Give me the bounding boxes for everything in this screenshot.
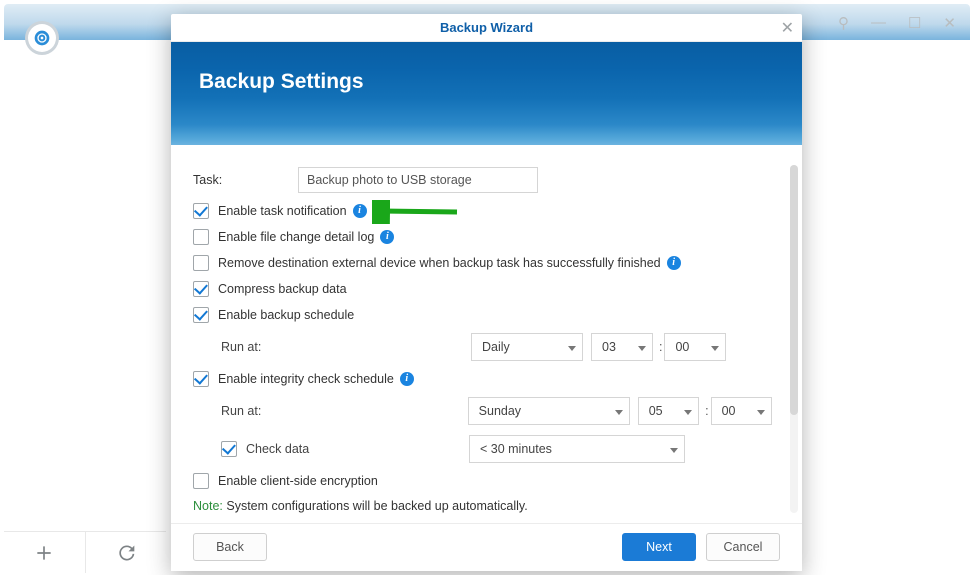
chevron-down-icon [554, 340, 576, 354]
time-colon: : [659, 340, 662, 354]
history-button[interactable] [85, 532, 167, 573]
info-icon[interactable]: i [667, 256, 681, 270]
compress-checkbox[interactable] [193, 281, 209, 297]
task-label: Task: [193, 173, 298, 187]
next-button[interactable]: Next [622, 533, 696, 561]
page-title: Backup Settings [199, 70, 802, 94]
schedule-hour-select[interactable]: 03 [591, 333, 653, 361]
compress-label: Compress backup data [218, 282, 347, 296]
remove-external-label: Remove destination external device when … [218, 256, 661, 270]
encryption-label: Enable client-side encryption [218, 474, 378, 488]
modal-title: Backup Wizard [440, 20, 533, 35]
sidebar-bottom-toolbar [4, 531, 166, 573]
chevron-down-icon [624, 340, 646, 354]
modal-footer: Back Next Cancel [171, 523, 802, 571]
info-icon[interactable]: i [380, 230, 394, 244]
window-close-icon[interactable]: ✕ [943, 14, 956, 32]
integrity-hour-select[interactable]: 05 [638, 397, 699, 425]
check-data-checkbox[interactable] [221, 441, 237, 457]
encryption-checkbox[interactable] [193, 473, 209, 489]
note-row: Note: System configurations will be back… [193, 499, 780, 513]
enable-filelog-label: Enable file change detail log [218, 230, 374, 244]
modal-titlebar[interactable]: Backup Wizard ✕ [171, 14, 802, 42]
integrity-schedule-label: Enable integrity check schedule [218, 372, 394, 386]
chevron-down-icon [601, 404, 623, 418]
window-pin-icon[interactable]: ⚲ [838, 14, 849, 32]
add-button[interactable] [4, 532, 85, 573]
schedule-frequency-select[interactable]: Daily [471, 333, 583, 361]
app-icon[interactable] [28, 24, 56, 52]
plus-icon [34, 543, 54, 563]
integrity-day-select[interactable]: Sunday [468, 397, 630, 425]
modal-header: Backup Settings [171, 42, 802, 145]
chevron-down-icon [697, 340, 719, 354]
chevron-down-icon [743, 404, 765, 418]
enable-filelog-checkbox[interactable] [193, 229, 209, 245]
integrity-runat-label: Run at: [221, 404, 468, 418]
enable-notification-checkbox[interactable] [193, 203, 209, 219]
schedule-minute-select[interactable]: 00 [664, 333, 726, 361]
note-text: System configurations will be backed up … [223, 499, 528, 513]
cancel-button[interactable]: Cancel [706, 533, 780, 561]
check-data-duration-select[interactable]: < 30 minutes [469, 435, 685, 463]
backup-wizard-modal: Backup Wizard ✕ Backup Settings Task: En… [171, 14, 802, 571]
window-controls: ⚲ — ☐ ✕ [838, 14, 956, 32]
check-data-label: Check data [246, 442, 469, 456]
history-icon [116, 543, 136, 563]
schedule-runat-label: Run at: [221, 340, 471, 354]
info-icon[interactable]: i [353, 204, 367, 218]
backup-schedule-checkbox[interactable] [193, 307, 209, 323]
backup-schedule-label: Enable backup schedule [218, 308, 354, 322]
window-maximize-icon[interactable]: ☐ [908, 14, 921, 32]
remove-external-checkbox[interactable] [193, 255, 209, 271]
note-label: Note: [193, 499, 223, 513]
window-minimize-icon[interactable]: — [871, 14, 886, 32]
backup-app-glyph-icon [34, 30, 50, 46]
back-button[interactable]: Back [193, 533, 267, 561]
info-icon[interactable]: i [400, 372, 414, 386]
close-icon[interactable]: ✕ [781, 18, 794, 38]
integrity-schedule-checkbox[interactable] [193, 371, 209, 387]
integrity-minute-select[interactable]: 00 [711, 397, 772, 425]
enable-notification-label: Enable task notification [218, 204, 347, 218]
task-name-input[interactable] [298, 167, 538, 193]
modal-body: Task: Enable task notification i Enable … [171, 145, 802, 523]
time-colon: : [705, 404, 708, 418]
chevron-down-icon [656, 442, 678, 456]
chevron-down-icon [670, 404, 692, 418]
scrollbar-thumb[interactable] [790, 165, 798, 415]
